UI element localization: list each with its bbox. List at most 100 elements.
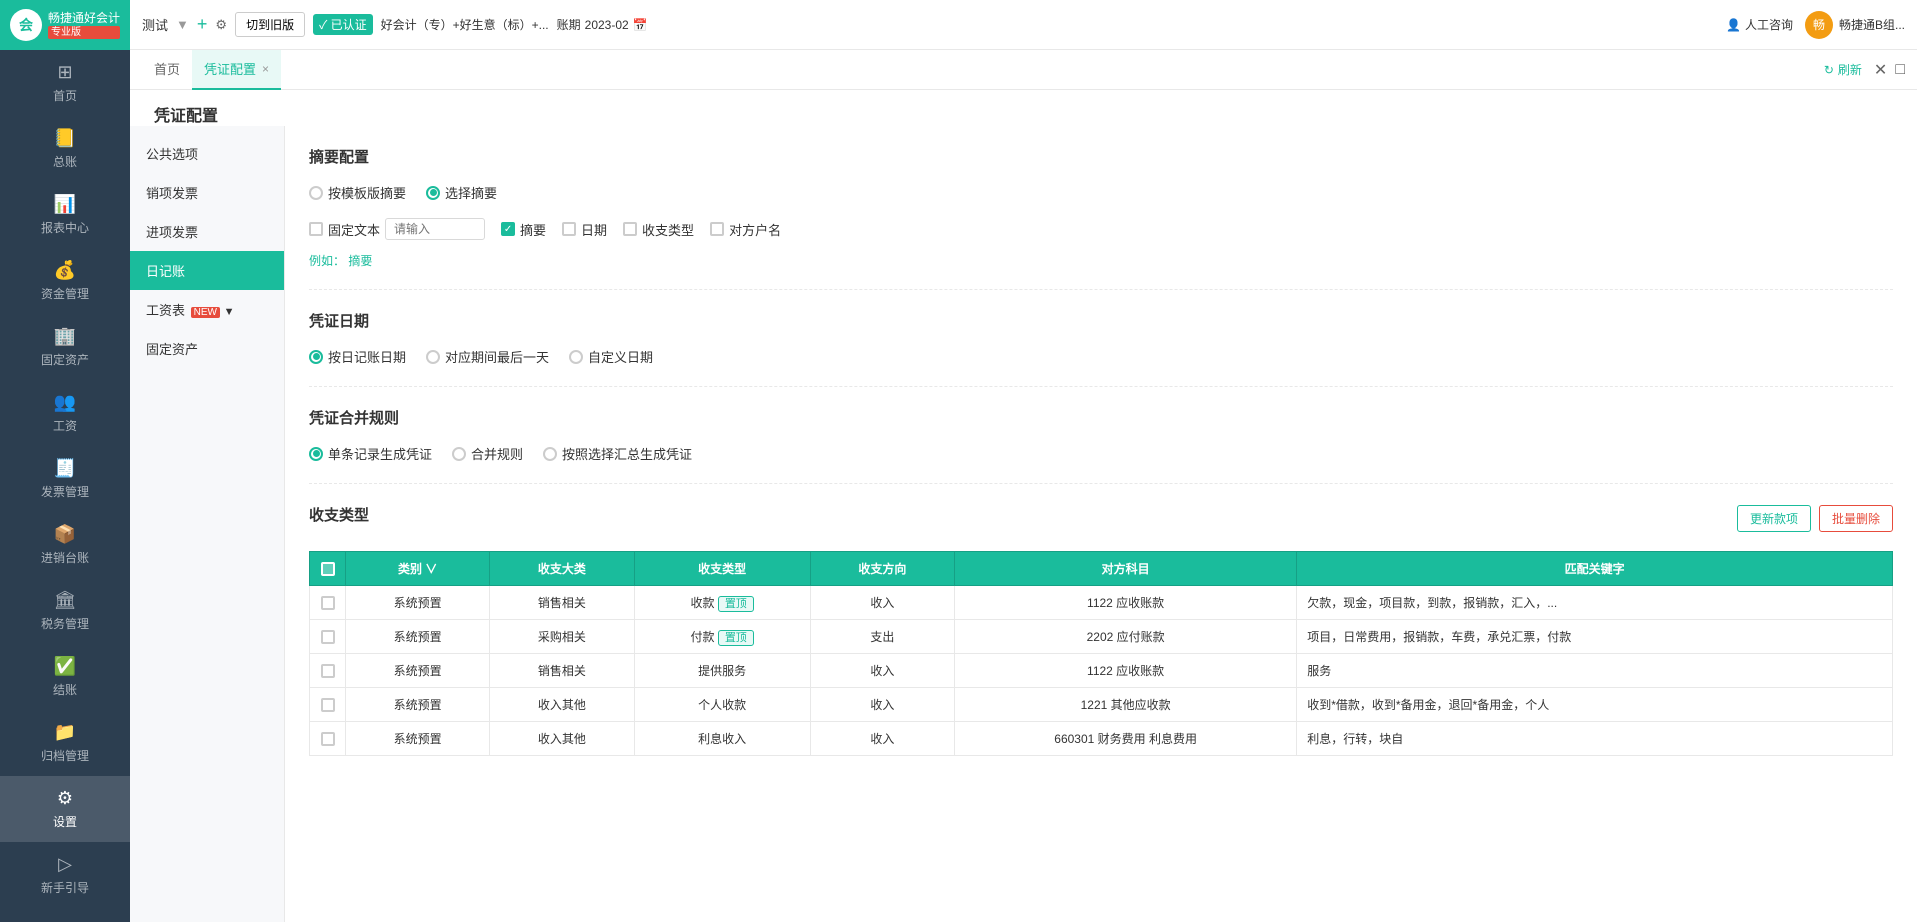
row-category-1: 系统预置 [346, 620, 490, 654]
refresh-btn[interactable]: ↻ 刷新 [1824, 61, 1862, 78]
sidebar-item-payroll[interactable]: 👥 工资 [0, 380, 130, 446]
radio-summary-circle [543, 447, 557, 461]
fixed-assets-icon: 🏢 [54, 326, 76, 347]
topbar-add[interactable]: + [197, 14, 208, 35]
merge-radio-merge[interactable]: 合并规则 [452, 444, 523, 463]
table-header-subject: 对方科目 [955, 552, 1297, 586]
sidebar-item-fixed-assets[interactable]: 🏢 固定资产 [0, 314, 130, 380]
calendar-icon[interactable]: 📅 [633, 18, 648, 32]
radio-select-circle [426, 186, 440, 200]
sidebar-item-invoice-mgmt[interactable]: 🧾 发票管理 [0, 446, 130, 512]
sidebar-item-ledger[interactable]: 📒 总账 [0, 116, 130, 182]
sidebar: 会 畅捷通好会计 专业版 ⊞ 首页 📒 总账 📊 报表中心 💰 资金管理 🏢 固… [0, 0, 130, 922]
batch-delete-btn[interactable]: 批量删除 [1819, 505, 1893, 532]
close-window-btn[interactable]: ✕ [1874, 60, 1887, 80]
fixed-text-label: 固定文本 [328, 220, 380, 239]
radio-template-circle [309, 186, 323, 200]
row-category-0: 系统预置 [346, 586, 490, 620]
checkbox-date[interactable]: 日期 [562, 220, 607, 239]
left-menu-label-fixed-assets: 固定资产 [146, 339, 198, 358]
row-category-4: 系统预置 [346, 722, 490, 756]
left-menu-item-purchase-invoice[interactable]: 进项发票 [130, 212, 284, 251]
fixed-text-input[interactable] [385, 218, 485, 240]
checkbox-type[interactable]: 收支类型 [623, 220, 694, 239]
sidebar-item-member[interactable]: ♡ 畅会员 [0, 908, 130, 922]
row-direction-4: 收入 [810, 722, 954, 756]
row-keywords-2: 服务 [1297, 654, 1893, 688]
table-header-bigtype: 收支大类 [490, 552, 634, 586]
row-checkbox-0[interactable] [310, 586, 346, 620]
sidebar-item-purchase-sales[interactable]: 📦 进销台账 [0, 512, 130, 578]
fixed-text-checkbox[interactable] [309, 222, 323, 236]
row-bigtype-1: 采购相关 [490, 620, 634, 654]
voucher-date-radio-journal[interactable]: 按日记账日期 [309, 347, 406, 366]
sidebar-label-settlement: 结账 [53, 681, 77, 698]
new-badge: NEW [191, 307, 220, 318]
sidebar-item-archive[interactable]: 📁 归档管理 [0, 710, 130, 776]
tab-voucher-config[interactable]: 凭证配置 × [192, 50, 281, 90]
sidebar-item-tax[interactable]: 🏛 税务管理 [0, 578, 130, 644]
left-menu-item-fixed-assets[interactable]: 固定资产 [130, 329, 284, 368]
user-profile[interactable]: 畅 畅捷通B组... [1805, 11, 1905, 39]
left-menu-item-payroll[interactable]: 工资表 NEW ▼ [130, 290, 284, 329]
voucher-date-radio-period[interactable]: 对应期间最后一天 [426, 347, 549, 366]
voucher-date-radio-custom[interactable]: 自定义日期 [569, 347, 653, 366]
sidebar-item-settings[interactable]: ⚙ 设置 [0, 776, 130, 842]
topbar-arrow[interactable]: ▼ [176, 17, 189, 32]
sidebar-item-settlement[interactable]: ✅ 结账 [0, 644, 130, 710]
period-label: 账期 2023-02 📅 [557, 16, 648, 33]
left-menu-item-journal[interactable]: 日记账 [130, 251, 284, 290]
row-type-1: 付款 置顶 [634, 620, 810, 654]
sidebar-item-funds[interactable]: 💰 资金管理 [0, 248, 130, 314]
merge-radio-single[interactable]: 单条记录生成凭证 [309, 444, 432, 463]
table-header-category: 类别 ∨ [346, 552, 490, 586]
summary-radio-select[interactable]: 选择摘要 [426, 183, 497, 202]
consult-link[interactable]: 👤 人工咨询 [1726, 16, 1793, 33]
table-row: 系统预置 收入其他 个人收款 收入 1221 其他应收款 收到*借款，收到*备用… [310, 688, 1893, 722]
settings-icon: ⚙ [57, 788, 73, 809]
refresh-icon: ↻ [1824, 63, 1834, 77]
sidebar-item-guide[interactable]: ▷ 新手引导 [0, 842, 130, 908]
fixed-text-item: 固定文本 [309, 218, 485, 240]
merge-radio-summary[interactable]: 按照选择汇总生成凭证 [543, 444, 692, 463]
maximize-window-btn[interactable]: □ [1895, 61, 1905, 79]
merge-rules-section: 凭证合并规则 单条记录生成凭证 合并规则 按照选择汇总生成凭证 [309, 407, 1893, 463]
table-header-checkbox[interactable] [310, 552, 346, 586]
sidebar-label-guide: 新手引导 [41, 879, 89, 896]
tab-home[interactable]: 首页 [142, 50, 192, 90]
row-direction-1: 支出 [810, 620, 954, 654]
voucher-date-title: 凭证日期 [309, 310, 1893, 331]
table-header-keyword: 匹配关键字 [1297, 552, 1893, 586]
sidebar-item-home[interactable]: ⊞ 首页 [0, 50, 130, 116]
row-checkbox-4[interactable] [310, 722, 346, 756]
row-checkbox-2[interactable] [310, 654, 346, 688]
summary-config-section: 摘要配置 按模板版摘要 选择摘要 [309, 146, 1893, 269]
row-subject-3: 1221 其他应收款 [955, 688, 1297, 722]
page-title-bar: 凭证配置 [130, 90, 1917, 126]
checkbox-date-label: 日期 [581, 220, 607, 239]
topbar-setting-icon[interactable]: ⚙ [215, 17, 227, 33]
row-checkbox-1[interactable] [310, 620, 346, 654]
table-header-direction: 收支方向 [810, 552, 954, 586]
content-tabs: 首页 凭证配置 × ↻ 刷新 ✕ □ [130, 50, 1917, 90]
income-expense-title: 收支类型 [309, 504, 369, 525]
switch-btn[interactable]: 切到旧版 [235, 12, 305, 37]
row-checkbox-3[interactable] [310, 688, 346, 722]
row-direction-2: 收入 [810, 654, 954, 688]
consult-icon: 👤 [1726, 18, 1741, 32]
main-panel: 摘要配置 按模板版摘要 选择摘要 [285, 126, 1917, 922]
sidebar-label-ledger: 总账 [53, 153, 77, 170]
tab-close-icon[interactable]: × [262, 62, 269, 76]
left-menu-label-public: 公共选项 [146, 144, 198, 163]
sidebar-item-reports[interactable]: 📊 报表中心 [0, 182, 130, 248]
update-btn[interactable]: 更新款项 [1737, 505, 1811, 532]
left-menu-item-public[interactable]: 公共选项 [130, 134, 284, 173]
checkbox-summary[interactable]: ✓ 摘要 [501, 220, 546, 239]
summary-hint: 例如： 摘要 [309, 252, 1893, 269]
merge-rules-title: 凭证合并规则 [309, 407, 1893, 428]
checkbox-counterpart[interactable]: 对方户名 [710, 220, 781, 239]
summary-radio-template[interactable]: 按模板版摘要 [309, 183, 406, 202]
funds-icon: 💰 [54, 260, 76, 281]
left-menu-item-sales-invoice[interactable]: 销项发票 [130, 173, 284, 212]
checkbox-summary-box: ✓ [501, 222, 515, 236]
